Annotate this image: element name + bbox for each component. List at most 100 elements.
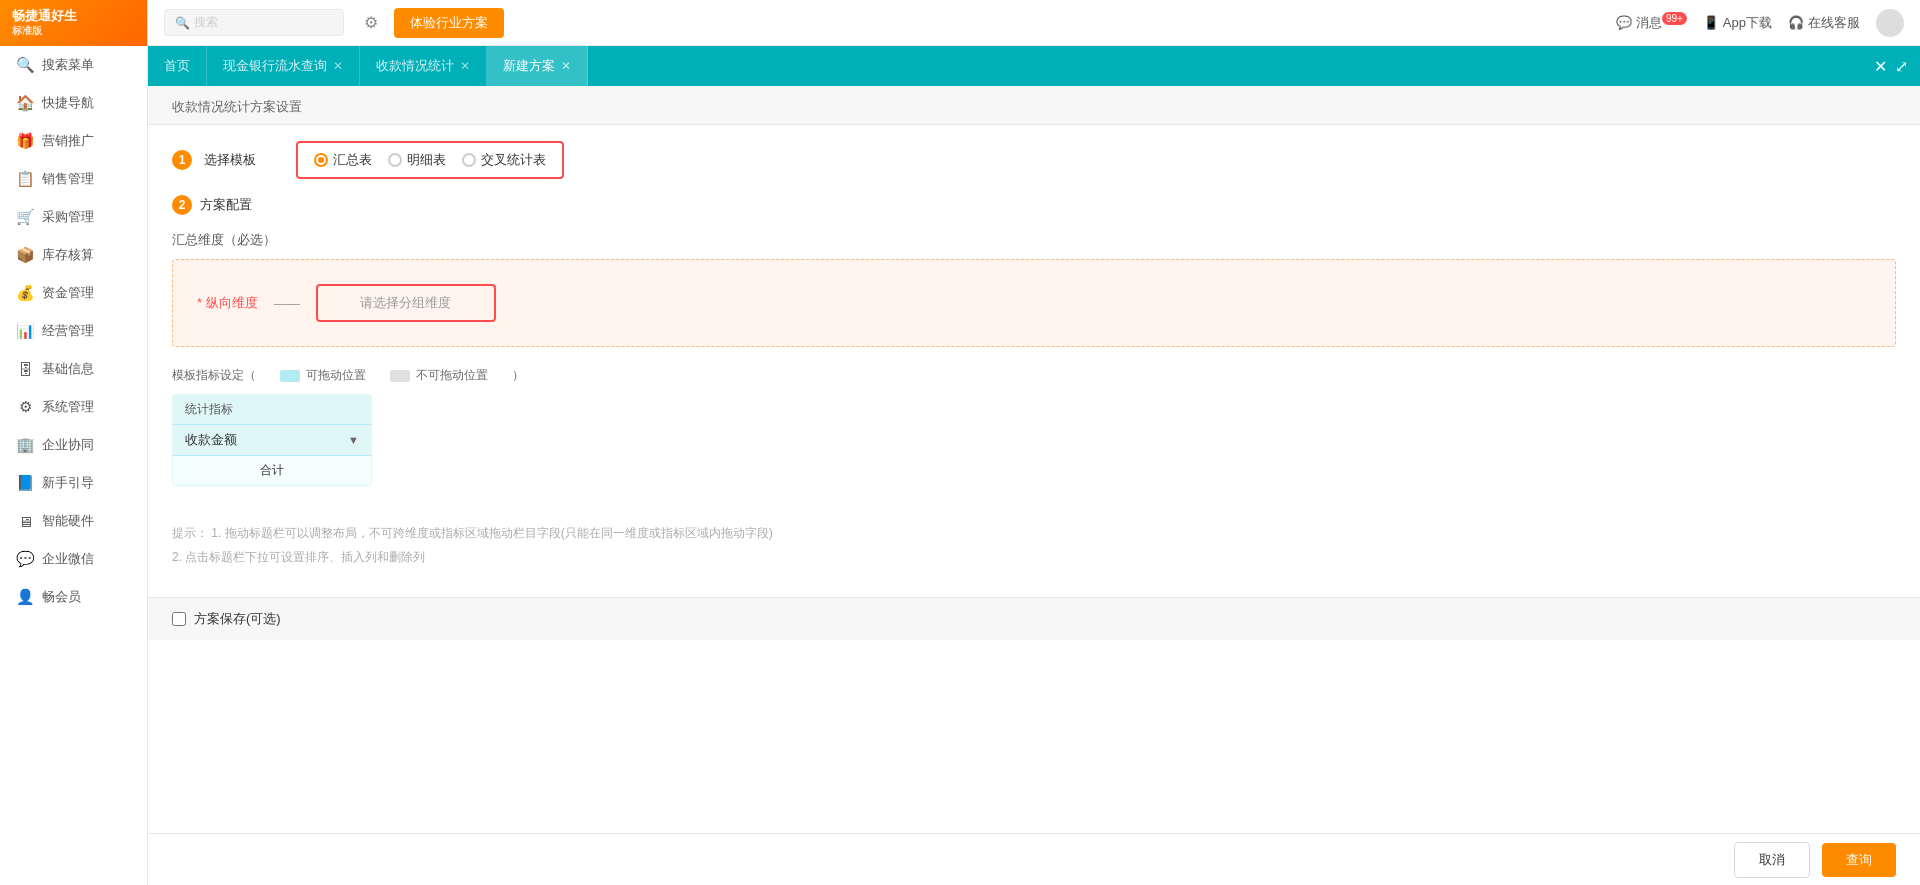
main-section: 1 选择模板 汇总表 明细表 交叉统计表 xyxy=(148,125,1920,597)
headset-icon: 🎧 xyxy=(1788,15,1804,30)
sidebar-label-sales: 销售管理 xyxy=(42,170,94,188)
tab-close-new-plan[interactable]: ✕ xyxy=(561,59,571,73)
sidebar-item-sales[interactable]: 📋销售管理 xyxy=(0,160,147,198)
sidebar-item-search-menu[interactable]: 🔍搜索菜单 xyxy=(0,46,147,84)
tips-section: 提示： 1. 拖动标题栏可以调整布局，不可跨维度或指标区域拖动栏目字段(只能在同… xyxy=(172,509,1896,581)
sidebar-logo: 畅捷通好生 标准版 xyxy=(0,0,147,46)
dimension-title: 汇总维度（必选） xyxy=(172,231,1896,249)
sidebar-label-member: 畅会员 xyxy=(42,588,81,606)
topbar: 🔍 搜索 ⚙ 体验行业方案 💬 消息 99+ 📱 App下载 🎧 在线客服 xyxy=(148,0,1920,46)
legend-draggable-icon xyxy=(280,370,300,382)
search-placeholder: 搜索 xyxy=(194,14,218,31)
maximize-icon[interactable]: ⤢ xyxy=(1895,57,1908,76)
step1-row: 1 选择模板 汇总表 明细表 交叉统计表 xyxy=(172,141,1896,179)
sidebar-label-enterprise: 企业协同 xyxy=(42,436,94,454)
sidebar-item-newbie[interactable]: 📘 新手引导 xyxy=(0,464,147,502)
radio-group: 汇总表 明细表 交叉统计表 xyxy=(314,151,546,169)
sidebar-item-quick-nav[interactable]: 🏠快捷导航 xyxy=(0,84,147,122)
metrics-row-label: 收款金额 xyxy=(185,431,237,449)
sidebar-icon-hardware: 🖥 xyxy=(16,513,34,530)
radio-dot-summary xyxy=(314,153,328,167)
sidebar-item-wechat[interactable]: 💬企业微信 xyxy=(0,540,147,578)
tab-home[interactable]: 首页 xyxy=(148,46,207,86)
metrics-legend: 模板指标设定（ 可拖动位置 不可拖动位置 ） xyxy=(172,367,1896,384)
query-button[interactable]: 查询 xyxy=(1822,843,1896,877)
sidebar-icon-system: ⚙ xyxy=(16,398,34,416)
sidebar-item-finance[interactable]: 💰资金管理 xyxy=(0,274,147,312)
topbar-right: 💬 消息 99+ 📱 App下载 🎧 在线客服 xyxy=(1616,9,1904,37)
radio-cross[interactable]: 交叉统计表 xyxy=(462,151,546,169)
tab-label-bank-flow: 现金银行流水查询 xyxy=(223,57,327,75)
radio-detail-label: 明细表 xyxy=(407,151,446,169)
sidebar-item-operation[interactable]: 📊 经营管理 xyxy=(0,312,147,350)
sidebar-item-inventory[interactable]: 📦库存核算 xyxy=(0,236,147,274)
sidebar-label-quick-nav: 快捷导航 xyxy=(42,94,94,112)
save-checkbox[interactable] xyxy=(172,612,186,626)
sidebar-item-hardware[interactable]: 🖥 智能硬件 xyxy=(0,502,147,540)
metrics-row-dropdown-icon[interactable]: ▼ xyxy=(348,434,359,446)
dimension-area: * 纵向维度 —— 请选择分组维度 xyxy=(172,259,1896,347)
step2-label: 方案配置 xyxy=(200,196,252,214)
tab-label-receipt-stat: 收款情况统计 xyxy=(376,57,454,75)
tip-1: 提示： 1. 拖动标题栏可以调整布局，不可跨维度或指标区域拖动栏目字段(只能在同… xyxy=(172,521,1896,545)
step2-title-row: 2 方案配置 xyxy=(172,195,1896,215)
sidebar-icon-newbie: 📘 xyxy=(16,474,34,492)
sidebar-label-wechat: 企业微信 xyxy=(42,550,94,568)
legend-fixed-label: 不可拖动位置 xyxy=(416,367,488,384)
sidebar-icon-member: 👤 xyxy=(16,588,34,606)
sidebar-icon-operation: 📊 xyxy=(16,322,34,340)
radio-cross-label: 交叉统计表 xyxy=(481,151,546,169)
radio-summary[interactable]: 汇总表 xyxy=(314,151,372,169)
sidebar-label-operation: 经营管理 xyxy=(42,322,94,340)
logo-text: 畅捷通好生 xyxy=(12,8,77,24)
sidebar-label-purchase: 采购管理 xyxy=(42,208,94,226)
gear-icon[interactable]: ⚙ xyxy=(364,13,378,32)
metrics-section: 模板指标设定（ 可拖动位置 不可拖动位置 ） 统计指标 收款金额 xyxy=(172,367,1896,489)
close-window-icon[interactable]: ✕ xyxy=(1874,57,1887,76)
service-btn[interactable]: 🎧 在线客服 xyxy=(1788,14,1860,32)
sidebar-item-marketing[interactable]: 🎁营销推广 xyxy=(0,122,147,160)
avatar[interactable] xyxy=(1876,9,1904,37)
step1-num: 1 xyxy=(172,150,192,170)
tip-2: 2. 点击标题栏下拉可设置排序、插入列和删除列 xyxy=(172,545,1896,569)
tab-new-plan[interactable]: 新建方案✕ xyxy=(487,46,588,86)
dimension-arrow-icon: —— xyxy=(274,296,300,311)
metrics-table-row[interactable]: 收款金额 ▼ xyxy=(173,424,371,455)
tabbar: 首页现金银行流水查询✕收款情况统计✕新建方案✕ ✕ ⤢ xyxy=(148,46,1920,86)
sidebar-label-search-menu: 搜索菜单 xyxy=(42,56,94,74)
sidebar-item-enterprise[interactable]: 🏢 企业协同 xyxy=(0,426,147,464)
legend-draggable-label: 可拖动位置 xyxy=(306,367,366,384)
search-box[interactable]: 🔍 搜索 xyxy=(164,9,344,36)
sidebar-icon-basic: 🗄 xyxy=(16,361,34,378)
sidebar-item-basic[interactable]: 🗄基础信息 xyxy=(0,350,147,388)
sidebar-item-purchase[interactable]: 🛒采购管理 xyxy=(0,198,147,236)
page-title: 收款情况统计方案设置 xyxy=(172,99,302,114)
tab-close-receipt-stat[interactable]: ✕ xyxy=(460,59,470,73)
sidebar-item-member[interactable]: 👤 畅会员 xyxy=(0,578,147,616)
tab-bank-flow[interactable]: 现金银行流水查询 ✕ xyxy=(207,46,360,86)
sidebar-label-newbie: 新手引导 xyxy=(42,474,94,492)
sidebar-icon-enterprise: 🏢 xyxy=(16,436,34,454)
footer: 取消 查询 xyxy=(148,833,1920,885)
step2-num: 2 xyxy=(172,195,192,215)
metrics-table: 统计指标 收款金额 ▼ 合计 xyxy=(172,394,372,486)
radio-dot-detail xyxy=(388,153,402,167)
metrics-label: 模板指标设定（ xyxy=(172,367,256,384)
download-btn[interactable]: 📱 App下载 xyxy=(1703,14,1772,32)
tab-close-bank-flow[interactable]: ✕ xyxy=(333,59,343,73)
legend-fixed-item: 不可拖动位置 xyxy=(390,367,488,384)
radio-detail[interactable]: 明细表 xyxy=(388,151,446,169)
save-label: 方案保存(可选) xyxy=(194,610,281,628)
logo-sub: 标准版 xyxy=(12,24,77,38)
message-btn[interactable]: 💬 消息 99+ xyxy=(1616,14,1687,32)
tabbar-actions: ✕ ⤢ xyxy=(1862,46,1920,86)
download-icon: 📱 xyxy=(1703,15,1719,30)
dimension-placeholder[interactable]: 请选择分组维度 xyxy=(316,284,496,322)
sidebar-label-inventory: 库存核算 xyxy=(42,246,94,264)
trial-btn[interactable]: 体验行业方案 xyxy=(394,8,504,38)
sidebar-item-system[interactable]: ⚙系统管理 xyxy=(0,388,147,426)
tab-receipt-stat[interactable]: 收款情况统计 ✕ xyxy=(360,46,487,86)
sidebar-label-hardware: 智能硬件 xyxy=(42,512,94,530)
cancel-button[interactable]: 取消 xyxy=(1734,842,1810,878)
sidebar-icon-marketing: 🎁 xyxy=(16,132,34,150)
